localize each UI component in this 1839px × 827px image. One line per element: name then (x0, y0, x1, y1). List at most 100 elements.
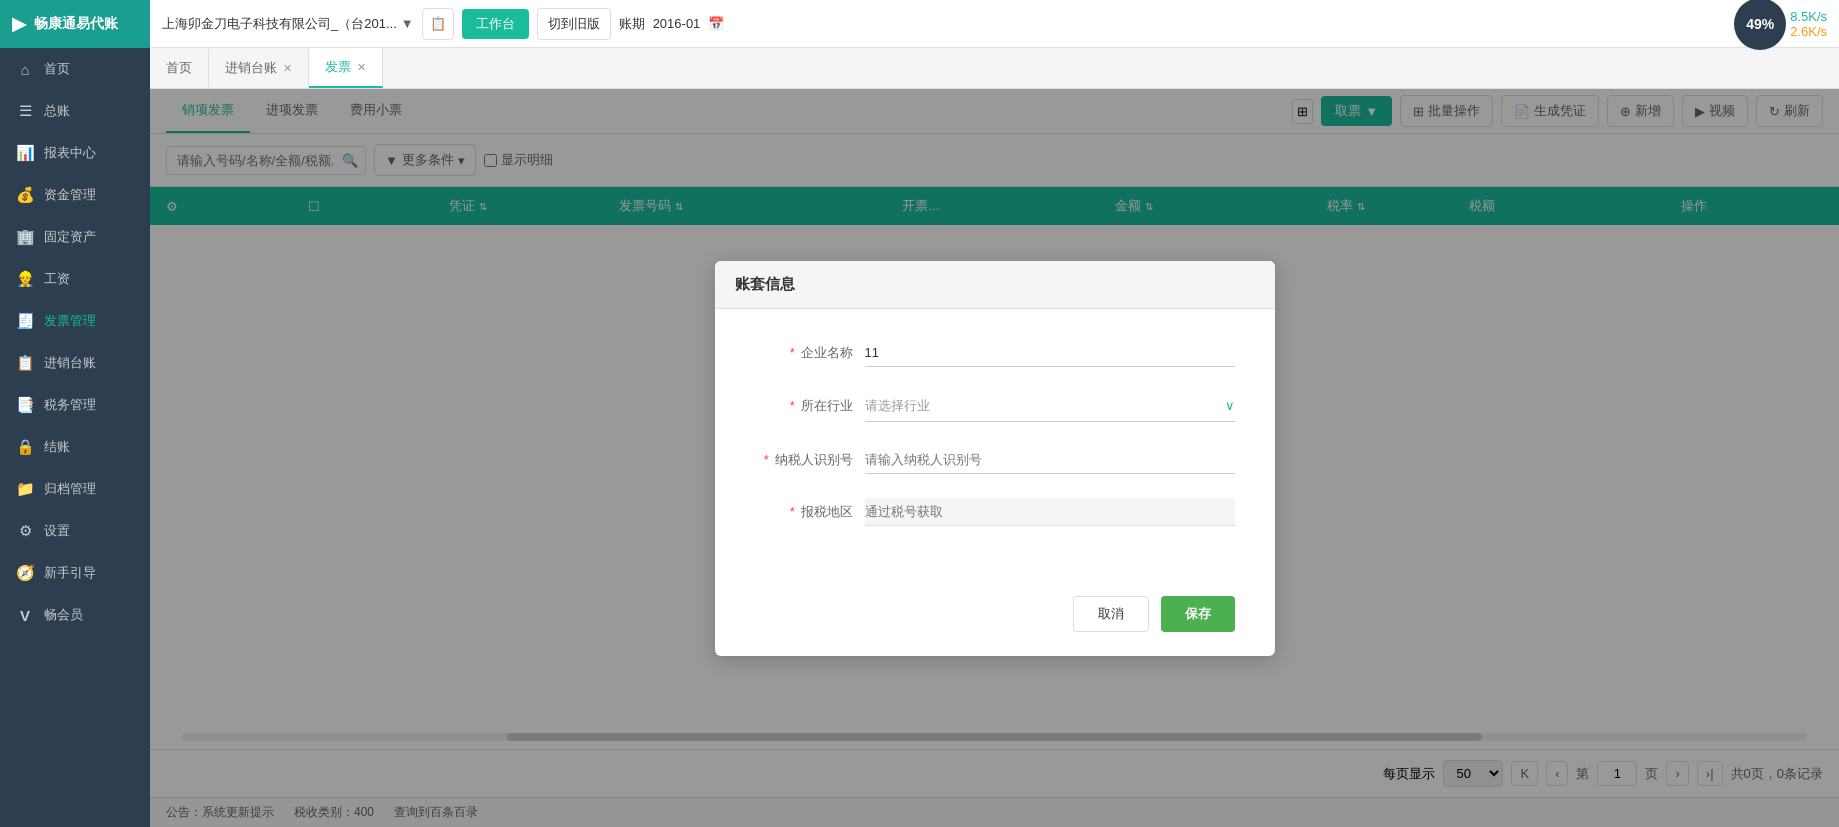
speed-indicator: 49% 8.5K/s 2.6K/s (1734, 0, 1827, 50)
sidebar-item-salary[interactable]: 👷 工资 (0, 258, 150, 300)
cancel-button[interactable]: 取消 (1073, 596, 1149, 632)
form-row-industry: * 所在行业 请选择行业 ∨ (755, 391, 1235, 422)
speed-circle: 49% (1734, 0, 1786, 50)
sidebar-item-close[interactable]: 🔒 结账 (0, 426, 150, 468)
sidebar-label-ledger: 总账 (44, 102, 70, 120)
tab-sales-ledger[interactable]: 进销台账 ✕ (209, 49, 309, 87)
topbar: 上海卯金刀电子科技有限公司_（台201... ▼ 📋 工作台 切到旧版 账期 2… (150, 0, 1839, 48)
logo-icon: ▶ (12, 13, 26, 35)
period-value: 2016-01 (653, 16, 701, 31)
form-row-tax-id: * 纳税人识别号 (755, 446, 1235, 474)
sidebar-item-reports[interactable]: 📊 报表中心 (0, 132, 150, 174)
sidebar-label-funds: 资金管理 (44, 186, 96, 204)
required-star-industry: * (790, 398, 795, 413)
sidebar-label-tax: 税务管理 (44, 396, 96, 414)
sidebar-item-funds[interactable]: 💰 资金管理 (0, 174, 150, 216)
industry-dropdown-icon: ∨ (1225, 398, 1235, 413)
speed-numbers: 8.5K/s 2.6K/s (1790, 9, 1827, 39)
company-name: 上海卯金刀电子科技有限公司_（台201... ▼ (162, 15, 414, 33)
sidebar-logo: ▶ 畅康通易代账 (0, 0, 150, 48)
tab-invoice[interactable]: 发票 ✕ (309, 48, 383, 88)
tab-invoice-close[interactable]: ✕ (357, 61, 366, 74)
switch-old-button[interactable]: 切到旧版 (537, 8, 611, 40)
tab-home[interactable]: 首页 (150, 49, 209, 87)
sidebar-item-invoice[interactable]: 🧾 发票管理 (0, 300, 150, 342)
tax-id-input[interactable] (865, 446, 1235, 474)
topbar-right: 49% 8.5K/s 2.6K/s (1734, 0, 1827, 50)
content-area: 销项发票 进项发票 费用小票 ⊞ 取票 ▼ ⊞ 批量操作 (150, 89, 1839, 827)
sidebar-label-archive: 归档管理 (44, 480, 96, 498)
dialog-header: 账套信息 (715, 261, 1275, 309)
form-label-industry: * 所在行业 (755, 397, 865, 415)
calendar-icon[interactable]: 📅 (708, 16, 724, 31)
sidebar-item-ledger[interactable]: ☰ 总账 (0, 90, 150, 132)
sidebar-label-assets: 固定资产 (44, 228, 96, 246)
guide-icon: 🧭 (16, 564, 34, 582)
tax-id-label: 纳税人识别号 (775, 452, 853, 467)
home-icon: ⌂ (16, 61, 34, 78)
form-row-tax-region: * 报税地区 (755, 498, 1235, 526)
required-star-tax-region: * (790, 504, 795, 519)
sidebar-item-settings[interactable]: ⚙ 设置 (0, 510, 150, 552)
sidebar-label-guide: 新手引导 (44, 564, 96, 582)
sidebar-label-invoice: 发票管理 (44, 312, 96, 330)
assets-icon: 🏢 (16, 228, 34, 246)
copy-icon-btn[interactable]: 📋 (422, 8, 454, 40)
sidebar-label-close: 结账 (44, 438, 70, 456)
form-label-tax-region: * 报税地区 (755, 503, 865, 521)
company-name-label: 企业名称 (801, 345, 853, 360)
save-button[interactable]: 保存 (1161, 596, 1235, 632)
dialog-account-info: 账套信息 * 企业名称 (715, 261, 1275, 656)
tabbar: 首页 进销台账 ✕ 发票 ✕ (150, 48, 1839, 89)
period-info: 账期 2016-01 📅 (619, 15, 725, 33)
sidebar-label-vip: 畅会员 (44, 606, 83, 624)
salary-icon: 👷 (16, 270, 34, 288)
tab-sales-ledger-label: 进销台账 (225, 59, 277, 77)
required-star-company: * (790, 345, 795, 360)
industry-select[interactable]: 请选择行业 ∨ (865, 391, 1235, 422)
form-label-company-name: * 企业名称 (755, 344, 865, 362)
tax-region-input (865, 498, 1235, 526)
speed-percent: 49% (1746, 16, 1774, 32)
funds-icon: 💰 (16, 186, 34, 204)
tab-sales-ledger-close[interactable]: ✕ (283, 62, 292, 75)
sidebar-item-tax[interactable]: 📑 税务管理 (0, 384, 150, 426)
tab-invoice-label: 发票 (325, 58, 351, 76)
company-name-input[interactable] (865, 339, 1235, 367)
sidebar-item-home[interactable]: ⌂ 首页 (0, 48, 150, 90)
speed-up: 8.5K/s (1790, 9, 1827, 24)
settings-icon: ⚙ (16, 522, 34, 540)
modal-overlay: 账套信息 * 企业名称 (150, 89, 1839, 827)
required-star-tax-id: * (764, 452, 769, 467)
sales-ledger-icon: 📋 (16, 354, 34, 372)
dialog-title: 账套信息 (735, 275, 795, 292)
sidebar-item-vip[interactable]: V 畅会员 (0, 594, 150, 636)
sidebar-label-sales-ledger: 进销台账 (44, 354, 96, 372)
sidebar-label-home: 首页 (44, 60, 70, 78)
tax-region-label: 报税地区 (801, 504, 853, 519)
sidebar-item-sales-ledger[interactable]: 📋 进销台账 (0, 342, 150, 384)
sidebar-item-archive[interactable]: 📁 归档管理 (0, 468, 150, 510)
tax-icon: 📑 (16, 396, 34, 414)
dialog-footer: 取消 保存 (715, 580, 1275, 656)
sidebar-label-reports: 报表中心 (44, 144, 96, 162)
sidebar-label-salary: 工资 (44, 270, 70, 288)
dialog-body: * 企业名称 * 所在行业 请选择行业 (715, 309, 1275, 580)
sidebar: ▶ 畅康通易代账 ⌂ 首页 ☰ 总账 📊 报表中心 💰 资金管理 🏢 固定资产 … (0, 0, 150, 827)
company-dropdown-icon[interactable]: ▼ (401, 16, 414, 31)
sidebar-item-assets[interactable]: 🏢 固定资产 (0, 216, 150, 258)
ledger-icon: ☰ (16, 102, 34, 120)
logo-text: 畅康通易代账 (34, 15, 118, 33)
company-text: 上海卯金刀电子科技有限公司_（台201... (162, 15, 397, 33)
speed-down: 2.6K/s (1790, 24, 1827, 39)
invoice-icon: 🧾 (16, 312, 34, 330)
industry-label: 所在行业 (801, 398, 853, 413)
workbench-button[interactable]: 工作台 (462, 9, 529, 39)
tab-home-label: 首页 (166, 59, 192, 77)
sidebar-item-guide[interactable]: 🧭 新手引导 (0, 552, 150, 594)
form-label-tax-id: * 纳税人识别号 (755, 451, 865, 469)
archive-icon: 📁 (16, 480, 34, 498)
vip-icon: V (16, 607, 34, 624)
close-books-icon: 🔒 (16, 438, 34, 456)
sidebar-label-settings: 设置 (44, 522, 70, 540)
